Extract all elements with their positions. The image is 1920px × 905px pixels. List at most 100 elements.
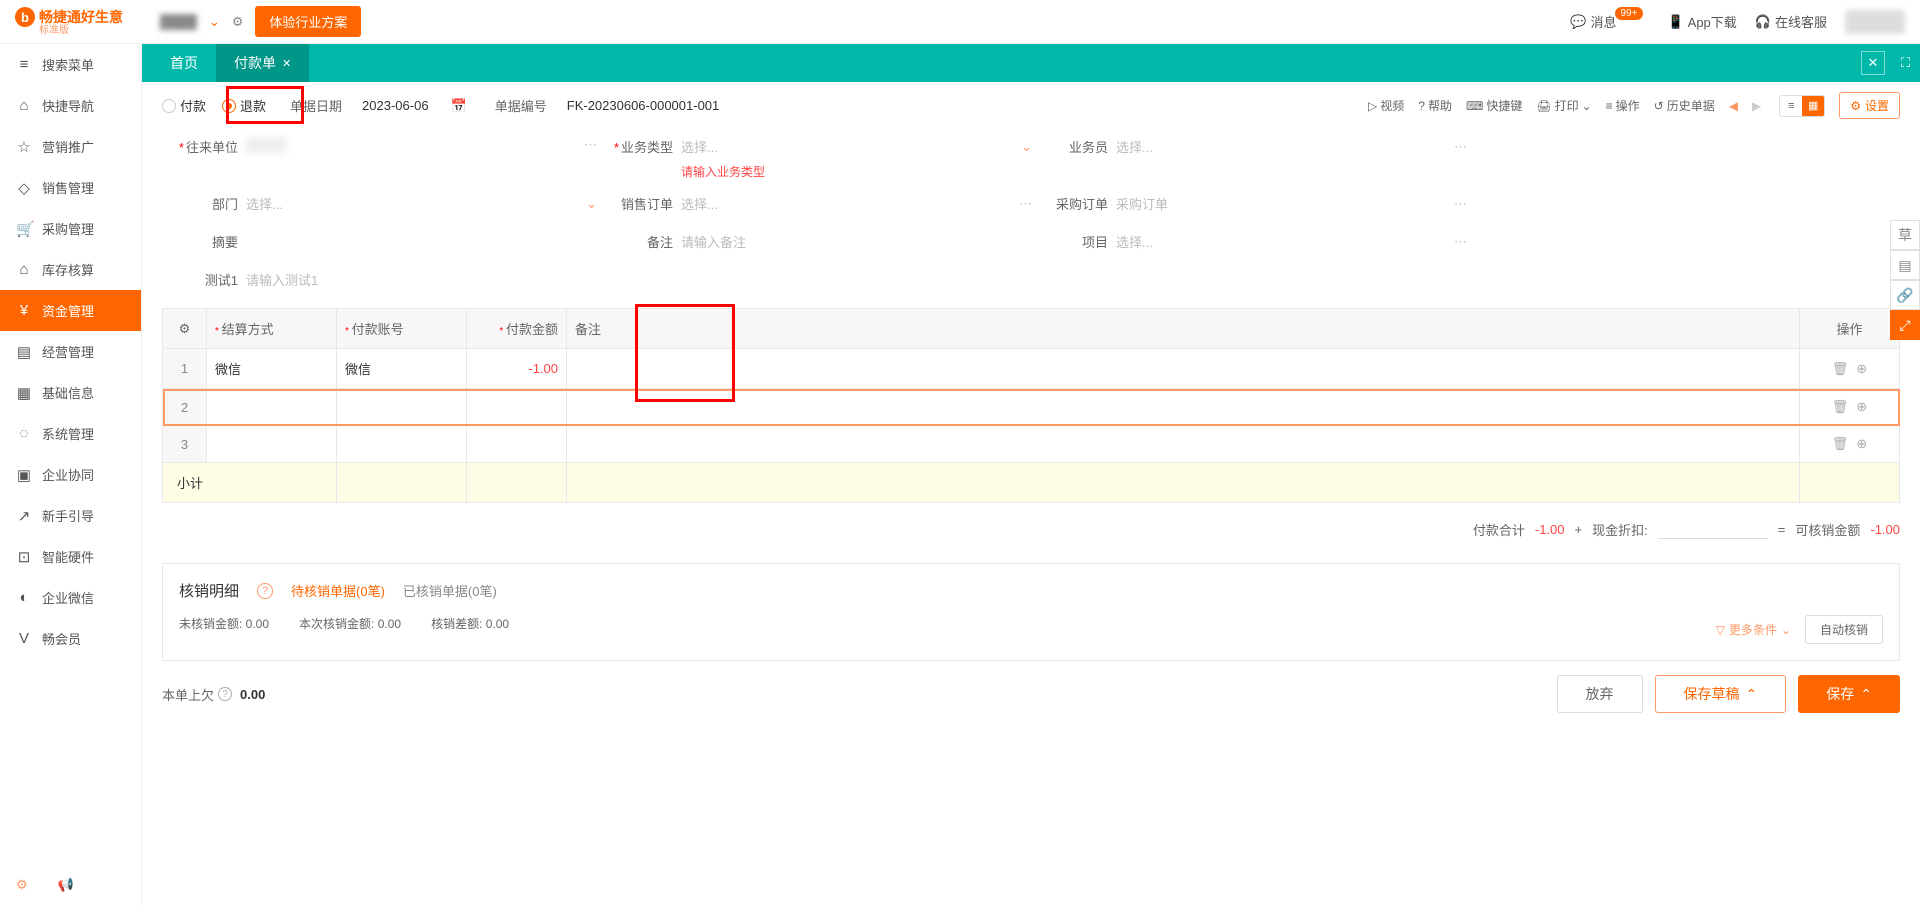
cell-amount[interactable]: -1.00	[467, 349, 567, 389]
save-draft-button[interactable]: 保存草稿⌃	[1655, 675, 1787, 713]
discount-input[interactable]	[1658, 519, 1768, 539]
experience-plan-button[interactable]: 体验行业方案	[255, 6, 361, 37]
settings-button[interactable]: ⚙设置	[1839, 92, 1900, 119]
calendar-icon[interactable]: 📅	[451, 98, 467, 114]
purchase-order-select[interactable]: 采购订单⋯	[1116, 190, 1467, 218]
messages-link[interactable]: 💬 消息 99+	[1570, 12, 1649, 31]
sidebar-item-search-menu[interactable]: ≡搜索菜单	[0, 44, 141, 85]
delete-icon[interactable]: 🗑	[1832, 361, 1849, 376]
sound-icon[interactable]: 📢	[58, 877, 74, 893]
unit-select[interactable]: ⋯	[246, 133, 597, 158]
purchase-order-label: 采购订单	[1056, 197, 1108, 212]
table-row[interactable]: 2 🗑⊕	[163, 389, 1900, 426]
cell-amount[interactable]	[467, 389, 567, 426]
verify-tab-done[interactable]: 已核销单据(0笔)	[403, 581, 497, 600]
expand-icon[interactable]: ⤢	[1890, 310, 1920, 340]
sidebar-item-guide[interactable]: ↗新手引导	[0, 495, 141, 536]
cell-amount[interactable]	[467, 426, 567, 463]
sidebar-item-hardware[interactable]: ⊡智能硬件	[0, 536, 141, 577]
subtotal-row: 小计	[163, 463, 1900, 503]
prev-icon[interactable]: ◀	[1729, 99, 1738, 113]
add-icon[interactable]: ⊕	[1856, 436, 1867, 451]
view-grid-button[interactable]: ▦	[1802, 96, 1824, 116]
sidebar-item-quick-nav[interactable]: ⌂快捷导航	[0, 85, 141, 126]
tab-close-icon[interactable]: ✕	[282, 57, 291, 70]
table-row[interactable]: 3 🗑⊕	[163, 426, 1900, 463]
sidebar-item-operation[interactable]: ▤经营管理	[0, 331, 141, 372]
help-icon[interactable]: ?	[218, 687, 232, 701]
sidebar-item-member[interactable]: V畅会员	[0, 618, 141, 659]
save-button[interactable]: 保存⌃	[1798, 675, 1900, 713]
tab-home[interactable]: 首页	[152, 44, 216, 82]
date-value[interactable]: 2023-06-06	[362, 98, 429, 113]
project-select[interactable]: 选择...⋯	[1116, 228, 1467, 256]
sales-order-select[interactable]: 选择...⋯	[681, 190, 1032, 218]
sidebar-item-inventory[interactable]: ⌂库存核算	[0, 249, 141, 290]
dept-select[interactable]: 选择...⌄	[246, 190, 597, 218]
tab-payment[interactable]: 付款单 ✕	[216, 44, 309, 82]
salesman-select[interactable]: 选择...⋯	[1116, 133, 1467, 161]
cell-account[interactable]: 微信	[337, 349, 467, 389]
biztype-error: 请输入业务类型	[681, 163, 1032, 180]
cell-account[interactable]	[337, 426, 467, 463]
draft-icon[interactable]: 草	[1890, 220, 1920, 250]
gear-icon[interactable]: ⚙	[232, 14, 244, 30]
history-link[interactable]: ↺历史单据	[1654, 97, 1715, 114]
video-link[interactable]: ▷视频	[1368, 97, 1404, 114]
cell-account[interactable]	[337, 389, 467, 426]
close-all-tabs[interactable]: ✕	[1861, 51, 1885, 75]
radio-refund[interactable]: 退款	[222, 96, 266, 115]
cell-remark[interactable]	[567, 389, 1800, 426]
online-service-link[interactable]: 🎧 在线客服	[1755, 12, 1827, 31]
app-download-link[interactable]: 📱 App下载	[1667, 12, 1736, 31]
cell-settle[interactable]	[207, 426, 337, 463]
cell-remark[interactable]	[567, 349, 1800, 389]
sidebar-item-funds[interactable]: ¥资金管理	[0, 290, 141, 331]
summary-input[interactable]	[246, 228, 597, 252]
print-link[interactable]: 🖨打印⌄	[1536, 97, 1591, 114]
attach-icon[interactable]: 🔗	[1890, 280, 1920, 310]
sidebar-item-basic-info[interactable]: ▦基础信息	[0, 372, 141, 413]
auto-verify-button[interactable]: 自动核销	[1805, 615, 1883, 644]
table-row[interactable]: 1 微信 微信 -1.00 🗑⊕	[163, 349, 1900, 389]
th-amount[interactable]: 付款金额	[467, 309, 567, 349]
th-account[interactable]: 付款账号	[337, 309, 467, 349]
th-settle[interactable]: 结算方式	[207, 309, 337, 349]
radio-pay[interactable]: 付款	[162, 96, 206, 115]
chevron-down-icon[interactable]: ⌄	[209, 14, 220, 30]
help-link[interactable]: ?帮助	[1418, 97, 1452, 114]
th-gear[interactable]: ⚙	[163, 309, 207, 349]
add-icon[interactable]: ⊕	[1856, 361, 1867, 376]
add-icon[interactable]: ⊕	[1856, 399, 1867, 414]
more-conditions-link[interactable]: ▽更多条件⌄	[1716, 621, 1791, 638]
delete-icon[interactable]: 🗑	[1832, 399, 1849, 414]
view-list-button[interactable]: ≡	[1780, 96, 1802, 116]
sidebar-item-marketing[interactable]: ☆营销推广	[0, 126, 141, 167]
expand-icon[interactable]: ⛶	[1901, 55, 1910, 71]
pay-total-value: -1.00	[1535, 522, 1565, 537]
help-icon[interactable]: ?	[257, 583, 273, 599]
verify-tab-pending[interactable]: 待核销单据(0笔)	[291, 581, 385, 600]
cell-remark[interactable]	[567, 426, 1800, 463]
delete-icon[interactable]: 🗑	[1832, 436, 1849, 451]
user-avatar[interactable]	[1845, 10, 1905, 34]
shortcut-link[interactable]: ⌨快捷键	[1466, 97, 1522, 114]
company-selector[interactable]: ████	[160, 14, 197, 29]
test1-input[interactable]: 请输入测试1	[246, 266, 597, 294]
operate-link[interactable]: ≡操作	[1606, 97, 1640, 114]
sidebar-item-wechat[interactable]: ◐企业微信	[0, 577, 141, 618]
remark-input[interactable]: 请输入备注	[681, 228, 1032, 256]
cell-settle[interactable]: 微信	[207, 349, 337, 389]
cell-settle[interactable]	[207, 389, 337, 426]
biztype-select[interactable]: 选择...⌄	[681, 133, 1032, 161]
next-icon[interactable]: ▶	[1752, 99, 1761, 113]
gear-icon[interactable]: ⚙	[16, 877, 28, 893]
warehouse-icon: ⌂	[16, 261, 32, 278]
sidebar-item-collab[interactable]: ▣企业协同	[0, 454, 141, 495]
note-icon[interactable]: ▤	[1890, 250, 1920, 280]
cancel-button[interactable]: 放弃	[1557, 675, 1643, 713]
tabs-bar: 首页 付款单 ✕ ✕ ⛶	[142, 44, 1920, 82]
sidebar-item-sales[interactable]: ◇销售管理	[0, 167, 141, 208]
sidebar-item-system[interactable]: ◌系统管理	[0, 413, 141, 454]
sidebar-item-purchase[interactable]: 🛒采购管理	[0, 208, 141, 249]
